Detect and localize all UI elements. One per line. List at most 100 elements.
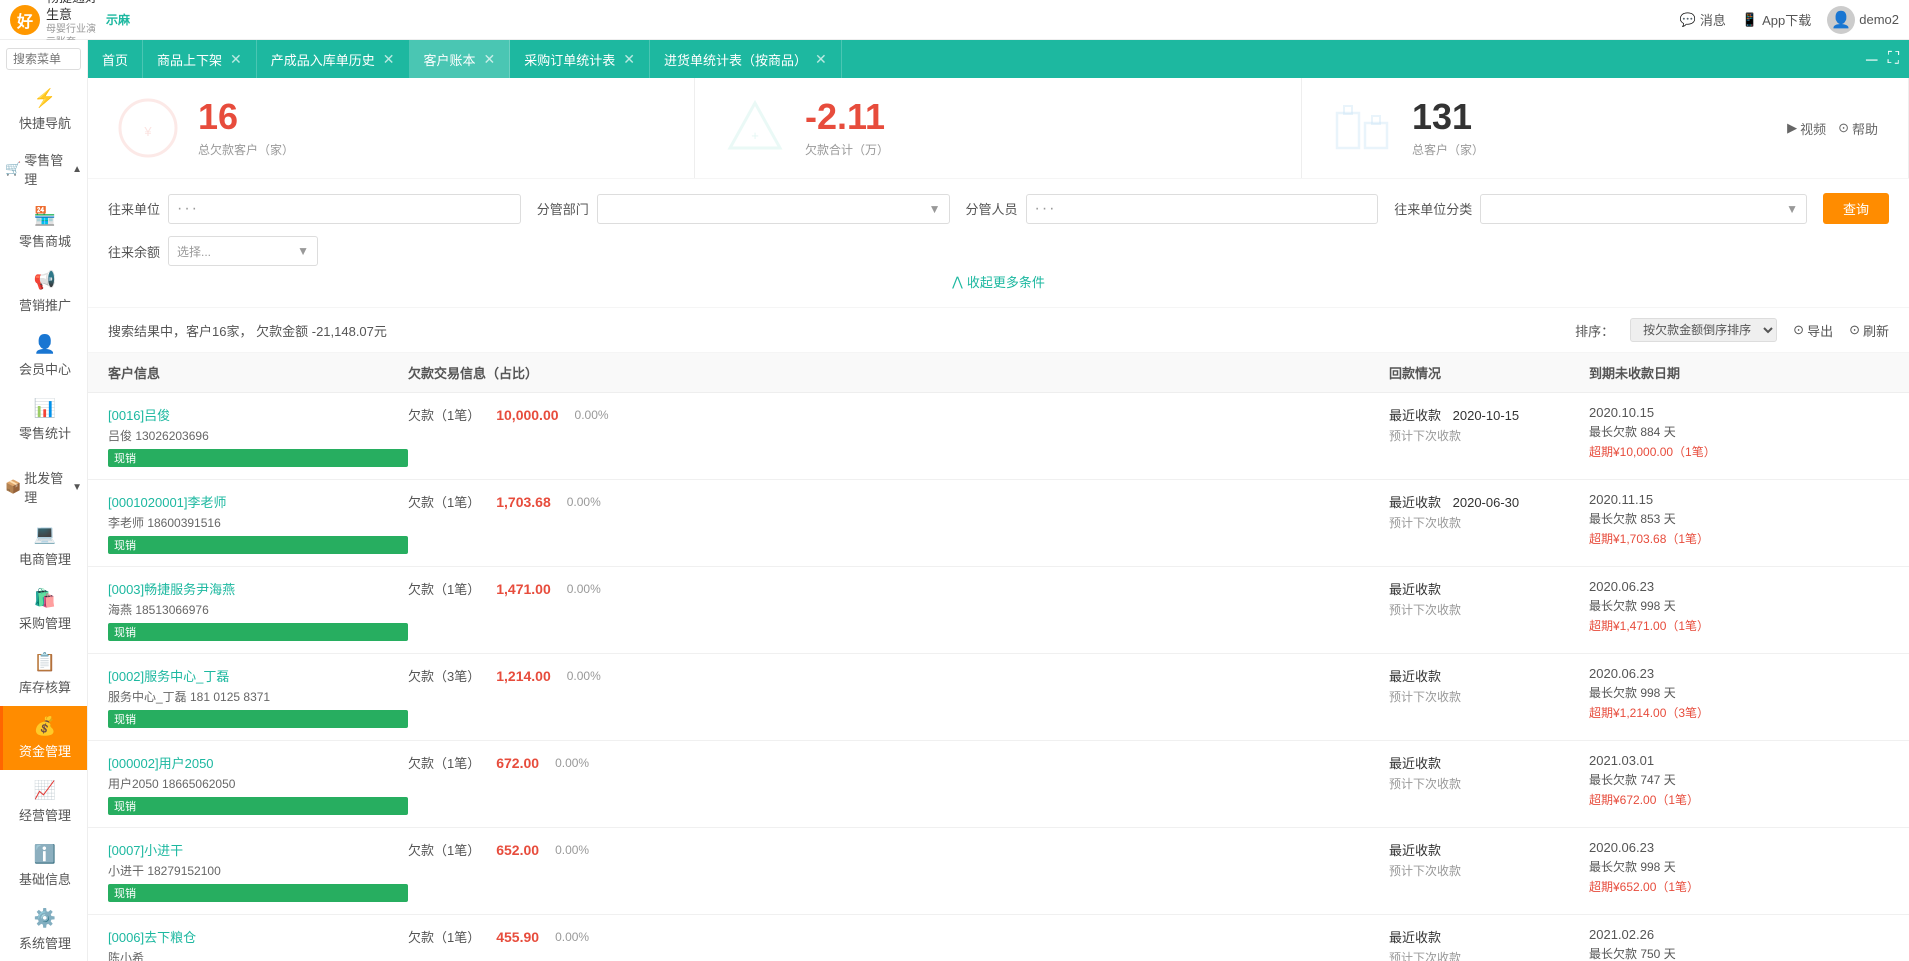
customer-name-0[interactable]: [0016]吕俊 (108, 405, 408, 424)
video-button[interactable]: ▶ 视频 (1787, 119, 1826, 138)
sidebar-item-retail-stats[interactable]: 📊 零售统计 (0, 388, 87, 452)
customer-name-6[interactable]: [0006]去下粮仓 (108, 927, 408, 946)
filter-balance-arrow: ▼ (297, 244, 309, 258)
filter-unit-label: 往来单位 (108, 199, 160, 218)
sort-select[interactable]: 按欠款金额倒序排序 (1630, 318, 1777, 342)
main-layout: ⚡ 快捷导航 🛒 零售管理 ▲ 🏪 零售商城 📢 营销推广 👤 会员中心 � (0, 40, 1909, 961)
filter-person-input[interactable]: ··· (1026, 194, 1379, 224)
sidebar-item-operations[interactable]: 📈 经营管理 (0, 770, 87, 834)
message-button[interactable]: 💬 消息 (1680, 10, 1726, 29)
tab-warehouse-history[interactable]: 产成品入库单历史 ✕ (257, 40, 410, 78)
customer-name-4[interactable]: [000002]用户2050 (108, 753, 408, 772)
sidebar-item-member-center[interactable]: 👤 会员中心 (0, 324, 87, 388)
filter-dept-label: 分管部门 (537, 199, 589, 218)
sidebar-item-retail-mall[interactable]: 🏪 零售商城 (0, 196, 87, 260)
filter-classification-input[interactable]: ▼ (1480, 194, 1807, 224)
download-button[interactable]: 📱 App下载 (1742, 10, 1811, 29)
table-row: [0007]小进干 小进干 18279152100 现销 欠款（1笔） 652.… (88, 828, 1909, 915)
customer-phone-5: 小进干 18279152100 (108, 862, 408, 879)
export-icon: ⊙ (1793, 322, 1804, 338)
sidebar-item-basic-info[interactable]: ℹ️ 基础信息 (0, 834, 87, 898)
debt-info-2: 欠款（1笔） 1,471.00 0.00% (408, 579, 1389, 598)
tab-product-list[interactable]: 商品上下架 ✕ (143, 40, 257, 78)
tab-stock-stats-close[interactable]: ✕ (815, 51, 827, 68)
maximize-icon[interactable]: ⛶ (1888, 50, 1899, 68)
recovery-next-2: 预计下次收款 (1389, 601, 1589, 618)
results-bar: 搜索结果中，客户16家， 欠款金额 -21,148.07元 排序： 按欠款金额倒… (88, 308, 1909, 352)
tab-customer-ledger[interactable]: 客户账本 ✕ (410, 40, 511, 78)
overdue-link-4[interactable]: 超期¥672.00（1笔） (1589, 791, 1889, 808)
tab-stock-stats[interactable]: 进货单统计表（按商品） ✕ (650, 40, 842, 78)
overdue-days-6: 最长欠款 750 天 (1589, 945, 1889, 961)
sidebar-item-marketing[interactable]: 📢 营销推广 (0, 260, 87, 324)
overdue-link-1[interactable]: 超期¥1,703.68（1笔） (1589, 530, 1889, 547)
recovery-label-5: 最近收款 (1389, 843, 1441, 858)
debt-count-6: 欠款（1笔） (408, 927, 480, 946)
sidebar-item-inventory[interactable]: 📋 库存核算 (0, 642, 87, 706)
finance-icon: 💰 (34, 716, 56, 737)
total-customers-icon (1332, 98, 1392, 158)
tab-warehouse-history-close[interactable]: ✕ (383, 51, 395, 68)
customer-info-1: [0001020001]李老师 李老师 18600391516 现销 (108, 492, 408, 554)
debt-count-5: 欠款（1笔） (408, 840, 480, 859)
filter-classification-label: 往来单位分类 (1394, 199, 1472, 218)
sidebar-item-finance[interactable]: 💰 资金管理 (0, 706, 87, 770)
search-button[interactable]: 查询 (1823, 193, 1889, 224)
tab-purchase-stats[interactable]: 采购订单统计表 ✕ (510, 40, 650, 78)
export-button[interactable]: ⊙ 导出 (1793, 321, 1833, 340)
tab-product-list-close[interactable]: ✕ (230, 51, 242, 68)
table-row: [0006]去下粮仓 陈小希 现销 欠款（1笔） 455.90 0.00% (88, 915, 1909, 961)
tab-home[interactable]: 首页 (88, 40, 143, 78)
recovery-info-1: 最近收款 2020-06-30 预计下次收款 (1389, 492, 1589, 531)
retail-stats-label: 零售统计 (19, 423, 71, 442)
collapse-button[interactable]: ⋀ 收起更多条件 (108, 266, 1889, 297)
customer-phone-1: 李老师 18600391516 (108, 514, 408, 531)
customer-name-5[interactable]: [0007]小进干 (108, 840, 408, 859)
retail-mall-icon: 🏪 (34, 206, 56, 227)
customer-name-3[interactable]: [0002]服务中心_丁磊 (108, 666, 408, 685)
tab-stock-stats-label: 进货单统计表（按商品） (664, 50, 807, 69)
quick-nav-label: 快捷导航 (19, 113, 71, 132)
debt-info-0: 欠款（1笔） 10,000.00 0.00% (408, 405, 1389, 424)
operations-label: 经营管理 (19, 805, 71, 824)
tab-purchase-stats-close[interactable]: ✕ (623, 51, 635, 68)
debt-ratio-0: 0.00% (575, 408, 609, 422)
sidebar-item-quick-nav[interactable]: ⚡ 快捷导航 (0, 78, 87, 142)
sidebar-item-ecommerce[interactable]: 💻 电商管理 (0, 514, 87, 578)
filter-balance-input[interactable]: 选择... ▼ (168, 236, 318, 266)
recovery-label-2: 最近收款 (1389, 582, 1441, 597)
overdue-link-3[interactable]: 超期¥1,214.00（3笔） (1589, 704, 1889, 721)
basic-info-label: 基础信息 (19, 869, 71, 888)
minimize-icon[interactable]: － (1864, 47, 1880, 71)
customer-name-2[interactable]: [0003]畅捷服务尹海燕 (108, 579, 408, 598)
filter-unit-input[interactable]: ··· (168, 194, 521, 224)
search-input[interactable] (6, 48, 81, 70)
overdue-link-5[interactable]: 超期¥652.00（1笔） (1589, 878, 1889, 895)
customer-name-1[interactable]: [0001020001]李老师 (108, 492, 408, 511)
collapse-label: 收起更多条件 (967, 272, 1045, 291)
filter-dept-input[interactable]: ▼ (597, 194, 950, 224)
results-actions: 排序： 按欠款金额倒序排序 ⊙ 导出 ⊙ 刷新 (1575, 318, 1889, 342)
debt-info-3: 欠款（3笔） 1,214.00 0.00% (408, 666, 1389, 685)
wholesale-label: 批发管理 (24, 468, 69, 506)
customer-phone-2: 海燕 18513066976 (108, 601, 408, 618)
overdue-link-0[interactable]: 超期¥10,000.00（1笔） (1589, 443, 1889, 460)
member-icon: 👤 (34, 334, 56, 355)
sidebar-item-system[interactable]: ⚙️ 系统管理 (0, 898, 87, 961)
tab-customer-ledger-close[interactable]: ✕ (484, 51, 496, 68)
refresh-button[interactable]: ⊙ 刷新 (1849, 321, 1889, 340)
sidebar-item-retail-mgmt[interactable]: 🛒 零售管理 ▲ (0, 142, 87, 196)
overdue-days-3: 最长欠款 998 天 (1589, 684, 1889, 701)
sidebar-item-wholesale[interactable]: 📦 批发管理 ▼ (0, 460, 87, 514)
help-button[interactable]: ⊙ 帮助 (1838, 119, 1878, 138)
system-label: 系统管理 (19, 933, 71, 952)
filter-balance-label: 往来余额 (108, 242, 160, 261)
table-header: 客户信息 欠款交易信息（占比） 回款情况 到期未收款日期 (88, 353, 1909, 393)
sidebar-item-purchase[interactable]: 🛍️ 采购管理 (0, 578, 87, 642)
overdue-link-2[interactable]: 超期¥1,471.00（1笔） (1589, 617, 1889, 634)
tab-product-list-label: 商品上下架 (157, 50, 222, 69)
col-debt-info: 欠款交易信息（占比） (408, 363, 1389, 382)
user-area[interactable]: 👤 demo2 (1827, 6, 1899, 34)
overdue-date-1: 2020.11.15 (1589, 492, 1889, 507)
recovery-label-0: 最近收款 (1389, 408, 1441, 423)
